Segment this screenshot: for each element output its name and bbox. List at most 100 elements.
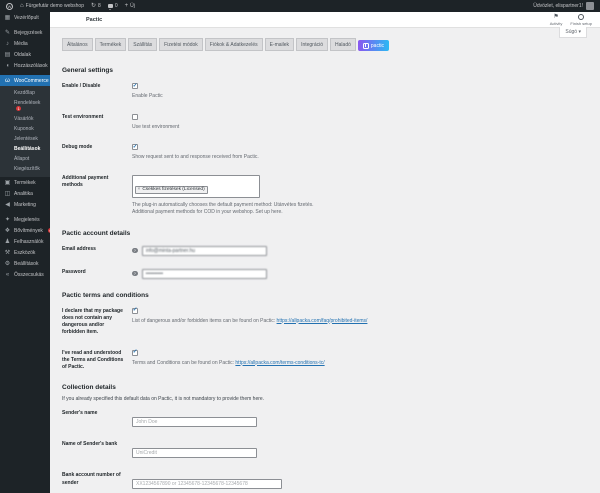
admin-bar: W ⌂ Fürgefutár demo webshop ↻ 8 0 + Új Ü… (0, 0, 600, 12)
dashboard-icon: ▦ (4, 14, 11, 21)
payment-method-tag: × Csekkes fizetések (Licensed) (134, 185, 208, 194)
sidebar-item-posts[interactable]: ✎ Bejegyzések (0, 27, 50, 38)
tab-pactic-active[interactable]: pactic (357, 40, 389, 51)
sidebar-item-analytics[interactable]: ◫ Analitika (0, 188, 50, 199)
wordpress-menu[interactable]: W (6, 2, 13, 10)
tab-products[interactable]: Termékek (94, 38, 127, 51)
tab-accounts-privacy[interactable]: Fiókok & Adatkezelés (204, 38, 263, 51)
tab-payments[interactable]: Fizetési módok (159, 38, 203, 51)
woocommerce-submenu: Kezdőlap Rendelések1 Vásárlók Kuponok Je… (0, 86, 50, 177)
appearance-icon: ✦ (4, 216, 11, 223)
submenu-item-extensions[interactable]: Kiegészítők (0, 164, 50, 174)
settings-tabs: Általános Termékek Szállítás Fizetési mó… (62, 38, 600, 51)
tab-shipping[interactable]: Szállítás (128, 38, 158, 51)
row-sender-bank: Name of Sender's bank (62, 441, 588, 459)
sidebar-item-settings[interactable]: ⚙ Beállítások (0, 258, 50, 269)
posts-icon: ✎ (4, 29, 11, 36)
row-password: Password ? (62, 268, 588, 279)
section-title-general: General settings (62, 67, 113, 74)
submenu-item-customers[interactable]: Vásárlók (0, 114, 50, 124)
prohibited-items-link[interactable]: https://allpacka.com/faq/prohibited-item… (277, 318, 368, 324)
sidebar-item-users[interactable]: ♟ Felhasználók (0, 236, 50, 247)
row-enable-disable: Enable / Disable ✓ Enable Pactic (62, 83, 588, 101)
admin-bar-right: Üdvözlet, elispartner1! (533, 2, 594, 10)
sidebar-item-products[interactable]: ▣ Termékek (0, 177, 50, 188)
sidebar-item-tools[interactable]: ⚒ Eszközök (0, 247, 50, 258)
field-description: Enable Pactic (132, 93, 163, 99)
new-label: Új (130, 3, 135, 9)
submenu-item-reports[interactable]: Jelentések (0, 134, 50, 144)
sidebar-item-label: Marketing (14, 201, 36, 208)
sidebar-item-label: Hozzászólások (14, 62, 48, 69)
sidebar-item-dashboard[interactable]: ▦ Vezérlőpult (0, 12, 50, 23)
field-description: Show request sent to and response receiv… (132, 154, 259, 160)
sidebar-item-media[interactable]: ♪ Média (0, 38, 50, 49)
avatar[interactable] (586, 2, 594, 10)
comments-menu-icon: ◖ (5, 62, 10, 69)
collapse-icon: « (5, 271, 10, 278)
password-field[interactable] (141, 268, 267, 279)
sidebar-item-label: Megjelenés (14, 216, 40, 223)
sidebar-item-pages[interactable]: ▤ Oldalak (0, 49, 50, 60)
new-content-menu[interactable]: + Új (125, 3, 135, 9)
admin-bar-left: W ⌂ Fürgefutár demo webshop ↻ 8 0 + Új (6, 2, 135, 10)
submenu-item-coupons[interactable]: Kuponok (0, 124, 50, 134)
remove-tag-icon[interactable]: × (138, 187, 141, 192)
activity-button[interactable]: ⚑ Activity (550, 14, 563, 26)
payment-methods-multiselect[interactable]: × Csekkes fizetések (Licensed) (132, 174, 260, 198)
site-link[interactable]: ⌂ Fürgefutár demo webshop (20, 3, 84, 9)
tab-advanced[interactable]: Haladó (330, 38, 356, 51)
site-name: Fürgefutár demo webshop (25, 3, 84, 9)
orders-badge: 1 (16, 106, 22, 111)
updates-indicator[interactable]: ↻ 8 (91, 3, 101, 9)
comments-indicator[interactable]: 0 (107, 3, 118, 10)
plugins-icon: ❖ (4, 227, 11, 234)
help-icon[interactable]: ? (132, 247, 138, 254)
field-label: Enable / Disable (62, 83, 101, 89)
finish-setup-button[interactable]: Finish setup (570, 13, 592, 26)
email-field[interactable] (141, 245, 267, 256)
dangerous-items-checkbox[interactable]: ✓ (132, 307, 138, 314)
sidebar-item-collapse[interactable]: « Összecsukás (0, 269, 50, 280)
bank-account-field[interactable] (132, 479, 282, 490)
pages-icon: ▤ (4, 51, 11, 58)
sidebar-item-comments[interactable]: ◖ Hozzászólások (0, 60, 50, 71)
sidebar-item-label: WooCommerce (14, 77, 49, 84)
sidebar-item-label: Média (14, 40, 28, 47)
sender-bank-field[interactable] (132, 448, 257, 459)
sidebar-item-appearance[interactable]: ✦ Megjelenés (0, 214, 50, 225)
test-environment-checkbox[interactable]: ✓ (132, 113, 138, 120)
tab-general[interactable]: Általános (62, 38, 93, 51)
tab-emails[interactable]: E-mailek (264, 38, 295, 51)
terms-conditions-link[interactable]: https://allpacka.com/terms-conditions-tc… (235, 360, 324, 366)
sidebar-item-marketing[interactable]: ◀ Marketing (0, 199, 50, 210)
pactic-logo-icon (362, 42, 369, 49)
submenu-item-orders[interactable]: Rendelések1 (0, 98, 50, 114)
users-icon: ♟ (4, 238, 11, 245)
user-greeting[interactable]: Üdvözlet, elispartner1! (533, 3, 583, 9)
sidebar-item-plugins[interactable]: ❖ Bővítmények6 (0, 225, 54, 236)
updates-icon: ↻ (91, 3, 97, 9)
help-tab[interactable]: Súgó ▾ (559, 27, 587, 38)
enable-checkbox[interactable]: ✓ (132, 83, 138, 89)
settings-form: General settings Enable / Disable ✓ Enab… (50, 51, 600, 493)
help-icon[interactable]: ? (132, 270, 138, 277)
debug-mode-checkbox[interactable]: ✓ (132, 144, 138, 150)
field-label: Test environment (62, 113, 104, 120)
finish-setup-label: Finish setup (570, 20, 592, 26)
submenu-item-home[interactable]: Kezdőlap (0, 88, 50, 98)
submenu-item-settings[interactable]: Beállítások (0, 144, 50, 154)
tab-integration[interactable]: Integráció (296, 38, 329, 51)
main-content: Pactic ⚑ Activity Finish setup Súgó ▾ Ál… (50, 12, 600, 493)
comments-icon (107, 4, 113, 10)
submenu-item-status[interactable]: Állapot (0, 154, 50, 164)
row-terms-conditions-acceptance: I've read and understood the Terms and C… (62, 349, 588, 372)
sender-name-field[interactable] (132, 417, 257, 428)
terms-conditions-checkbox[interactable]: ✓ (132, 349, 138, 356)
marketing-icon: ◀ (5, 201, 10, 208)
sidebar-item-label: Összecsukás (14, 271, 44, 278)
sidebar-item-label: Termékek (14, 179, 36, 186)
sidebar-item-woocommerce[interactable]: ω WooCommerce (0, 75, 50, 86)
row-test-environment: Test environment ✓ Use test environment (62, 113, 588, 132)
products-icon: ▣ (4, 179, 11, 186)
